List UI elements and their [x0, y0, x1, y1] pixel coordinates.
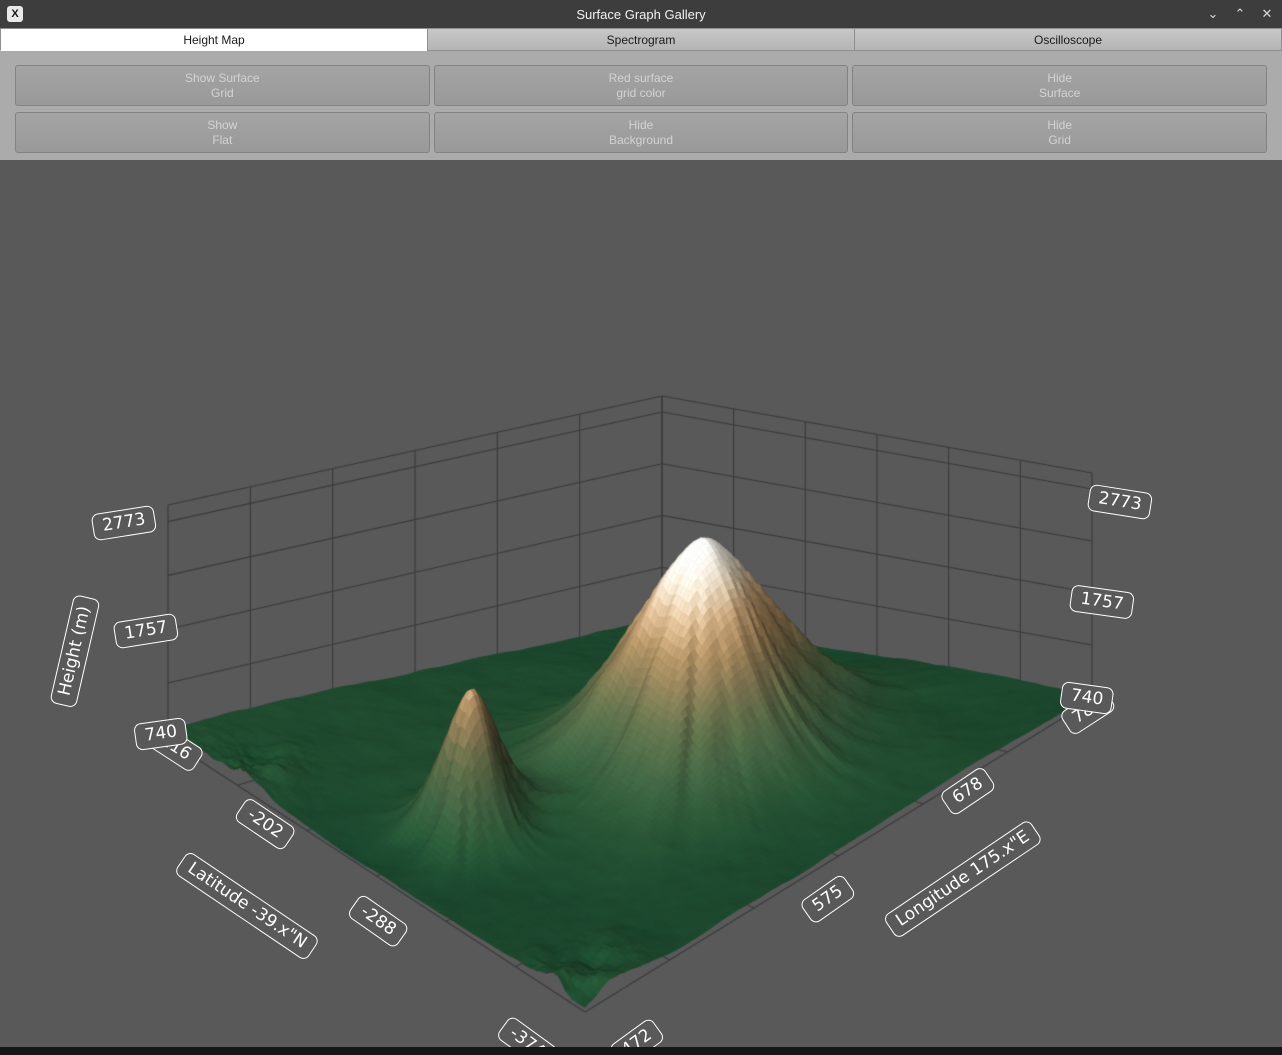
tab-oscilloscope[interactable]: Oscilloscope [854, 28, 1282, 51]
show-flat-button[interactable]: Show Flat [15, 112, 430, 153]
bottom-edge [0, 1047, 1282, 1055]
show-surface-grid-button[interactable]: Show Surface Grid [15, 65, 430, 106]
shade-icon[interactable]: ⌄ [1206, 6, 1220, 22]
hide-grid-button[interactable]: Hide Grid [852, 112, 1267, 153]
tab-bar: Height Map Spectrogram Oscilloscope [0, 28, 1282, 51]
surface-grid-color-button[interactable]: Red surface grid color [434, 65, 849, 106]
window-title: Surface Graph Gallery [0, 7, 1282, 22]
window-controls: ⌄ ⌃ ✕ [1206, 0, 1274, 28]
hide-surface-button[interactable]: Hide Surface [852, 65, 1267, 106]
close-icon[interactable]: ✕ [1260, 6, 1274, 22]
hide-background-button[interactable]: Hide Background [434, 112, 849, 153]
titlebar: X Surface Graph Gallery ⌄ ⌃ ✕ [0, 0, 1282, 29]
plot-area: 781678575472-116-202-288-374277327731757… [0, 160, 1282, 1055]
surface-plot-canvas[interactable] [0, 160, 1282, 1055]
control-panel: Show Surface Grid Red surface grid color… [0, 51, 1282, 160]
minimize-icon[interactable]: ⌃ [1233, 6, 1247, 22]
tab-height-map[interactable]: Height Map [0, 28, 428, 51]
tab-spectrogram[interactable]: Spectrogram [427, 28, 855, 51]
app-window: X Surface Graph Gallery ⌄ ⌃ ✕ Height Map… [0, 0, 1282, 1055]
